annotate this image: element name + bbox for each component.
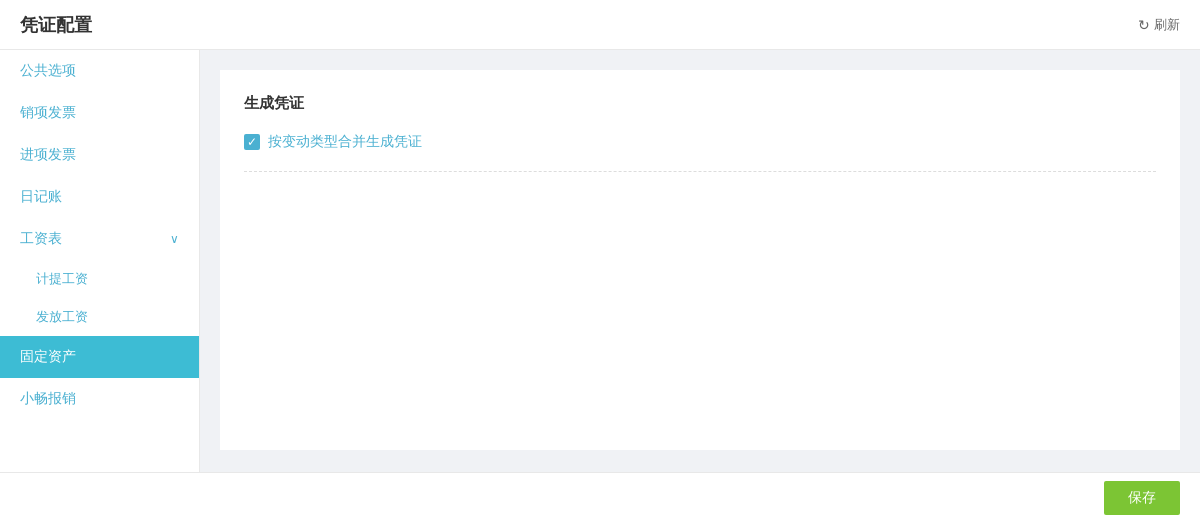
app-container: 凭证配置 ↻ 刷新 公共选项 销项发票 进项发票 日记账 工资表 ∨ [0,0,1200,522]
body: 公共选项 销项发票 进项发票 日记账 工资表 ∨ 计提工资 发放工资 固定资 [0,50,1200,472]
main-content: 生成凭证 ✓ 按变动类型合并生成凭证 [200,50,1200,472]
page-title: 凭证配置 [20,13,92,37]
sidebar-item-label: 销项发票 [20,104,76,122]
divider [244,171,1156,172]
merge-checkbox[interactable]: ✓ [244,134,260,150]
content-card: 生成凭证 ✓ 按变动类型合并生成凭证 [220,70,1180,450]
footer: 保存 [0,472,1200,522]
sidebar-item-expense-report[interactable]: 小畅报销 [0,378,199,420]
refresh-icon: ↻ [1138,17,1150,33]
sidebar-item-label: 工资表 [20,230,62,248]
sidebar-subitem-label: 计提工资 [36,271,88,286]
sidebar-item-commission[interactable]: 计提工资 [0,260,199,298]
sidebar-item-label: 进项发票 [20,146,76,164]
sidebar-item-payroll[interactable]: 工资表 ∨ [0,218,199,260]
sidebar-item-label: 日记账 [20,188,62,206]
refresh-button[interactable]: ↻ 刷新 [1138,16,1180,34]
sidebar-item-label: 固定资产 [20,348,76,366]
sidebar-item-public-options[interactable]: 公共选项 [0,50,199,92]
sidebar-subitem-label: 发放工资 [36,309,88,324]
refresh-label: 刷新 [1154,16,1180,34]
sidebar-item-label: 小畅报销 [20,390,76,408]
sidebar-item-label: 公共选项 [20,62,76,80]
sidebar-item-distribute[interactable]: 发放工资 [0,298,199,336]
sidebar-item-sales-invoice[interactable]: 销项发票 [0,92,199,134]
checkbox-label[interactable]: 按变动类型合并生成凭证 [268,133,422,151]
header: 凭证配置 ↻ 刷新 [0,0,1200,50]
checkmark-icon: ✓ [247,136,257,148]
save-button[interactable]: 保存 [1104,481,1180,515]
section-title: 生成凭证 [244,94,1156,113]
sidebar-item-purchase-invoice[interactable]: 进项发票 [0,134,199,176]
chevron-down-icon: ∨ [170,232,179,246]
sidebar-item-journal[interactable]: 日记账 [0,176,199,218]
sidebar-item-fixed-assets[interactable]: 固定资产 [0,336,199,378]
sidebar: 公共选项 销项发票 进项发票 日记账 工资表 ∨ 计提工资 发放工资 固定资 [0,50,200,472]
checkbox-row: ✓ 按变动类型合并生成凭证 [244,133,1156,151]
